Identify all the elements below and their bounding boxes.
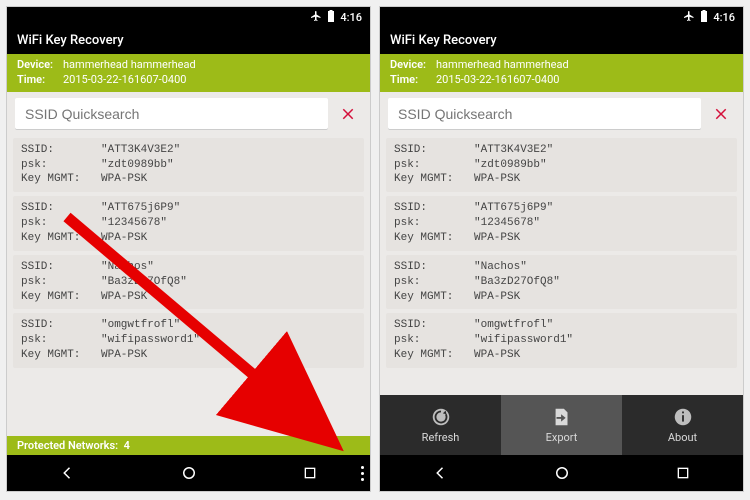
menu-about[interactable]: About	[622, 395, 743, 455]
phone-right: 4:16 WiFi Key Recovery Device:hammerhead…	[379, 6, 744, 492]
nav-bar	[7, 455, 370, 491]
search-input[interactable]	[15, 98, 328, 130]
menu-export[interactable]: Export	[501, 395, 622, 455]
phone-left: 4:16 WiFi Key Recovery Device:hammerhead…	[6, 6, 371, 492]
nav-recent-button[interactable]	[660, 459, 706, 487]
network-list-right[interactable]: SSID:"ATT3K4V3E2"psk:"zdt0989bb"Key MGMT…	[380, 136, 743, 395]
battery-icon	[327, 10, 335, 25]
network-card[interactable]: SSID:"omgwtfrofl"psk:"wifipassword1"Key …	[386, 313, 737, 368]
network-card[interactable]: SSID:"ATT675j6P9"psk:"12345678"Key MGMT:…	[13, 196, 364, 251]
app-title: WiFi Key Recovery	[380, 27, 743, 54]
nav-home-button[interactable]	[539, 459, 585, 487]
airplane-icon	[310, 10, 322, 25]
time-label: Time:	[17, 72, 63, 87]
network-card[interactable]: SSID:"omgwtfrofl"psk:"wifipassword1"Key …	[13, 313, 364, 368]
clear-search-button[interactable]	[334, 100, 362, 128]
nav-recent-button[interactable]	[287, 459, 333, 487]
network-card[interactable]: SSID:"Nachos"psk:"Ba3zD27OfQ8"Key MGMT:W…	[13, 255, 364, 310]
device-label: Device:	[17, 57, 63, 72]
nav-back-button[interactable]	[418, 459, 464, 487]
overflow-menu-button[interactable]	[361, 466, 364, 481]
nav-bar	[380, 455, 743, 491]
clear-search-button[interactable]	[707, 100, 735, 128]
airplane-icon	[683, 10, 695, 25]
search-row	[7, 92, 370, 136]
status-time: 4:16	[713, 11, 735, 24]
network-list-left[interactable]: SSID:"ATT3K4V3E2"psk:"zdt0989bb"Key MGMT…	[7, 136, 370, 436]
search-input[interactable]	[388, 98, 701, 130]
nav-back-button[interactable]	[45, 459, 91, 487]
menu-refresh[interactable]: Refresh	[380, 395, 501, 455]
device-header: Device:hammerhead hammerhead Time:2015-0…	[380, 54, 743, 92]
network-card[interactable]: SSID:"ATT3K4V3E2"psk:"zdt0989bb"Key MGMT…	[13, 138, 364, 193]
device-value: hammerhead hammerhead	[63, 58, 196, 71]
status-bar: 4:16	[380, 7, 743, 27]
footer-band: Protected Networks: 4	[7, 436, 370, 455]
time-value: 2015-03-22-161607-0400	[63, 73, 186, 86]
status-time: 4:16	[340, 11, 362, 24]
network-card[interactable]: SSID:"ATT3K4V3E2"psk:"zdt0989bb"Key MGMT…	[386, 138, 737, 193]
status-bar: 4:16	[7, 7, 370, 27]
device-header: Device:hammerhead hammerhead Time:2015-0…	[7, 54, 370, 92]
network-card[interactable]: SSID:"Nachos"psk:"Ba3zD27OfQ8"Key MGMT:W…	[386, 255, 737, 310]
network-card[interactable]: SSID:"ATT675j6P9"psk:"12345678"Key MGMT:…	[386, 196, 737, 251]
search-row	[380, 92, 743, 136]
nav-home-button[interactable]	[166, 459, 212, 487]
overflow-menu: Refresh Export About	[380, 395, 743, 455]
app-title: WiFi Key Recovery	[7, 27, 370, 54]
battery-icon	[700, 10, 708, 25]
